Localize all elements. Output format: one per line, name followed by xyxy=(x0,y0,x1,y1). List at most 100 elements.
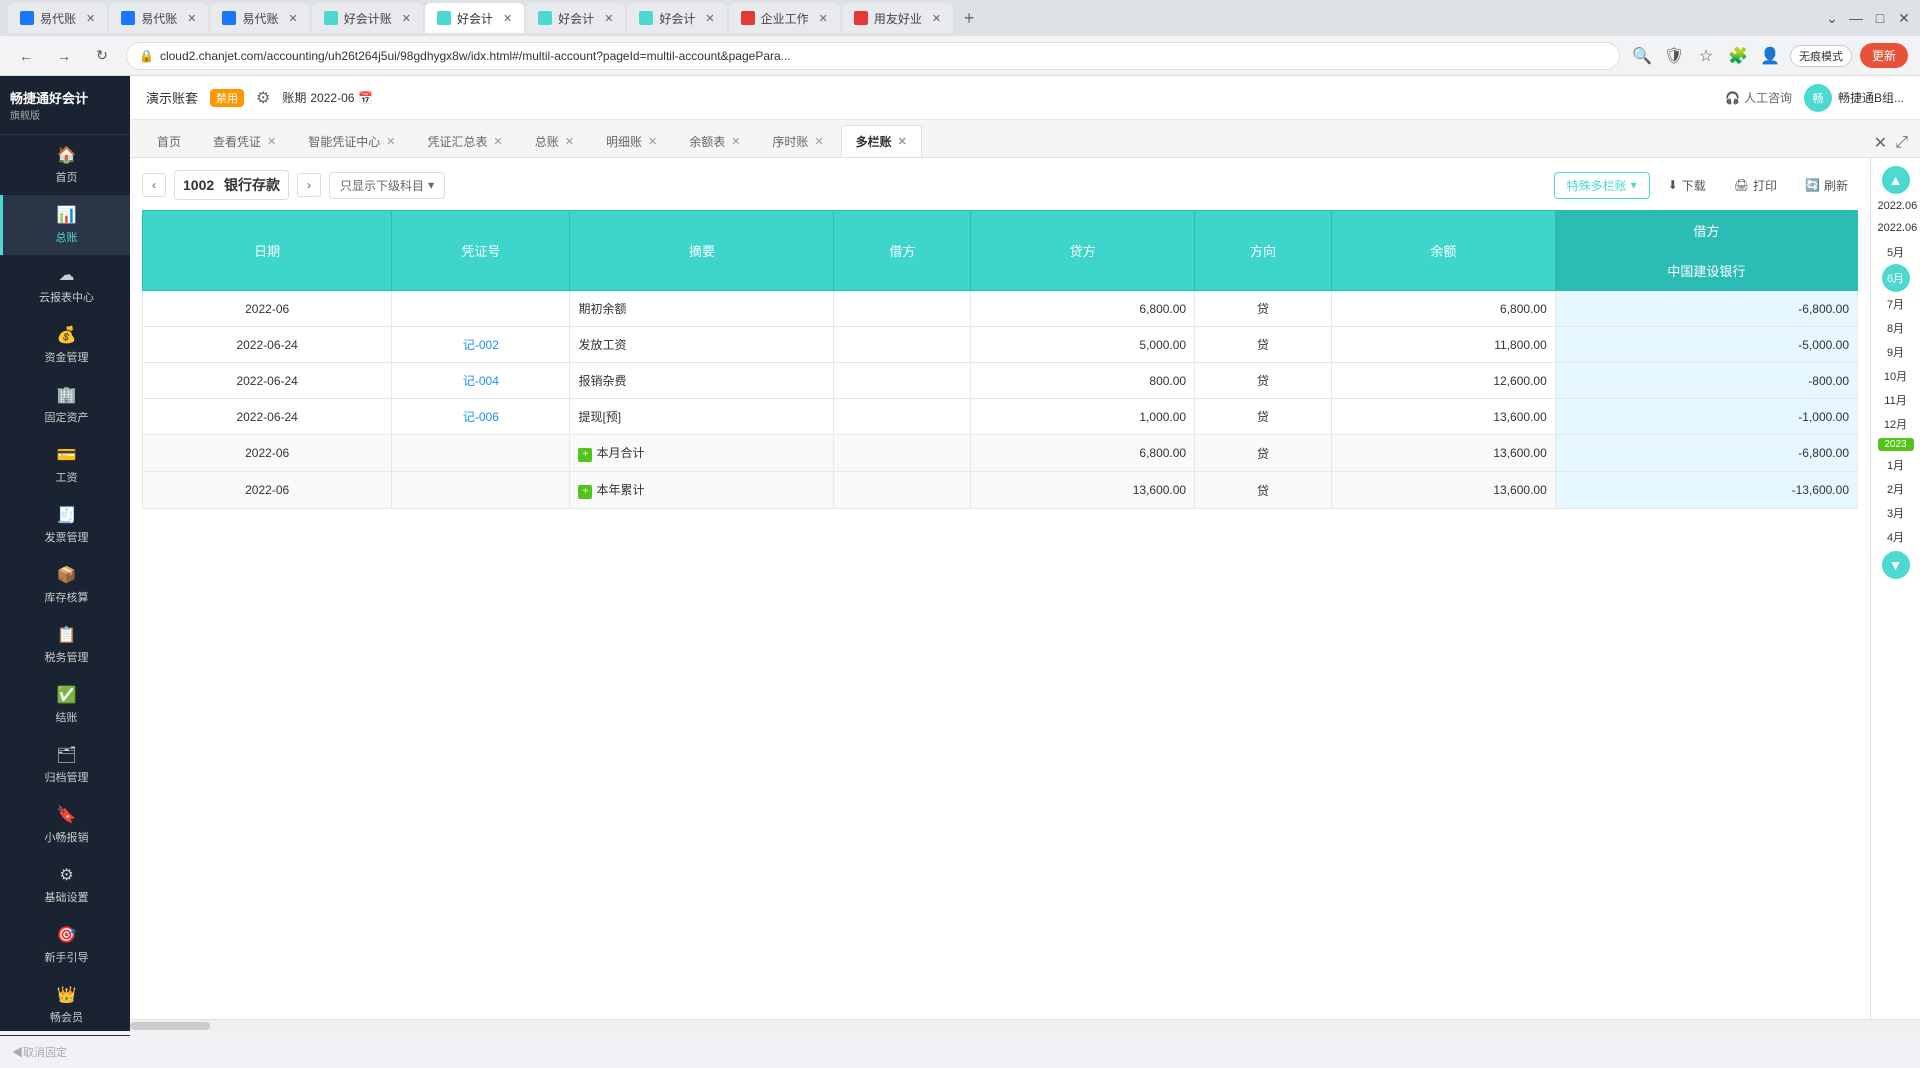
tab-balance-sheet[interactable]: 余额表 ✕ xyxy=(674,125,755,157)
consult-button[interactable]: 🎧 人工咨询 xyxy=(1725,89,1792,106)
forward-button[interactable]: → xyxy=(50,42,78,70)
tab-close-2[interactable]: ✕ xyxy=(187,12,196,25)
month-item-2023-1月[interactable]: 1月 xyxy=(1876,453,1916,477)
sidebar-item-fund[interactable]: 💰 资金管理 xyxy=(0,315,130,375)
close-window-button[interactable]: ✕ xyxy=(1896,10,1912,26)
shield-icon[interactable]: 🛡 xyxy=(1662,44,1686,68)
tab-sequence[interactable]: 序时账 ✕ xyxy=(757,125,838,157)
sidebar-item-expense[interactable]: 🔖 小畅报销 xyxy=(0,795,130,855)
month-item-8月[interactable]: 8月 xyxy=(1876,316,1916,340)
browser-tab-7[interactable]: 好会计 ✕ xyxy=(627,3,726,33)
tab-multi-column[interactable]: 多栏账 ✕ xyxy=(841,125,922,157)
expand-panel-button[interactable]: ⤢ xyxy=(1895,134,1908,152)
special-multi-column-button[interactable]: 特殊多栏账 ▾ xyxy=(1554,172,1650,199)
month-item-7月[interactable]: 7月 xyxy=(1876,292,1916,316)
month-item-2023-4月[interactable]: 4月 xyxy=(1876,525,1916,549)
sidebar-item-guide[interactable]: 🎯 新手引导 xyxy=(0,915,130,975)
tab-list-button[interactable]: ⌄ xyxy=(1824,10,1840,26)
browser-tab-9[interactable]: 用友好业 ✕ xyxy=(842,3,953,33)
user-profile-icon[interactable]: 👤 xyxy=(1758,44,1782,68)
sidebar-item-salary[interactable]: 💳 工资 xyxy=(0,435,130,495)
scroll-thumb[interactable] xyxy=(130,1022,210,1030)
month-item-11月[interactable]: 11月 xyxy=(1876,388,1916,412)
settings-icon[interactable]: ⚙ xyxy=(256,88,270,108)
extension-icon[interactable]: 🧩 xyxy=(1726,44,1750,68)
prev-account-button[interactable]: ‹ xyxy=(142,173,166,197)
tab-close-5[interactable]: ✕ xyxy=(503,12,512,25)
month-item-2023-3月[interactable]: 3月 xyxy=(1876,501,1916,525)
cell-voucher[interactable]: 记-004 xyxy=(392,363,570,399)
browser-tab-4[interactable]: 好会计账 ✕ xyxy=(312,3,423,33)
tab-general-ledger[interactable]: 总账 ✕ xyxy=(520,125,589,157)
tab-close-general[interactable]: ✕ xyxy=(565,135,574,148)
tab-close-sequence[interactable]: ✕ xyxy=(814,135,823,148)
search-icon[interactable]: 🔍 xyxy=(1630,44,1654,68)
tab-close-4[interactable]: ✕ xyxy=(402,12,411,25)
month-item-2022-06-first[interactable]: 2022.06 xyxy=(1876,196,1916,216)
tab-close-6[interactable]: ✕ xyxy=(604,12,613,25)
print-button[interactable]: 🖨 打印 xyxy=(1724,173,1787,198)
filter-subcategory-button[interactable]: 只显示下级科目 ▾ xyxy=(329,172,445,199)
sidebar-item-cloud-report[interactable]: ☁ 云报表中心 xyxy=(0,255,130,315)
sidebar-item-basic-settings[interactable]: ⚙ 基础设置 xyxy=(0,855,130,915)
sidebar-item-tax[interactable]: 📋 税务管理 xyxy=(0,615,130,675)
month-item-2022-06-second[interactable]: 2022.06 xyxy=(1876,218,1916,238)
month-item-10月[interactable]: 10月 xyxy=(1876,364,1916,388)
new-tab-button[interactable]: + xyxy=(955,4,983,32)
tab-close-detail[interactable]: ✕ xyxy=(648,135,657,148)
tab-close-view-voucher[interactable]: ✕ xyxy=(267,135,276,148)
wumo-mode-button[interactable]: 无痕模式 xyxy=(1790,45,1852,67)
maximize-button[interactable]: □ xyxy=(1872,10,1888,26)
user-menu[interactable]: 畅 畅捷通B组... xyxy=(1804,84,1904,112)
next-account-button[interactable]: › xyxy=(297,173,321,197)
scroll-up-button[interactable]: ▲ xyxy=(1882,166,1910,194)
tab-close-summary[interactable]: ✕ xyxy=(494,135,503,148)
scroll-down-button[interactable]: ▼ xyxy=(1882,551,1910,579)
url-input[interactable]: 🔒 cloud2.chanjet.com/accounting/uh26t264… xyxy=(126,42,1620,70)
tab-close-multi[interactable]: ✕ xyxy=(898,135,907,148)
browser-tab-3[interactable]: 易代账 ✕ xyxy=(210,3,309,33)
reload-button[interactable]: ↻ xyxy=(88,42,116,70)
browser-tab-8[interactable]: 企业工作 ✕ xyxy=(729,3,840,33)
tab-close-smart[interactable]: ✕ xyxy=(386,135,395,148)
download-button[interactable]: ⬇ 下载 xyxy=(1658,173,1716,198)
tab-close-3[interactable]: ✕ xyxy=(288,12,297,25)
sidebar-item-member[interactable]: 👑 畅会员 xyxy=(0,975,130,1035)
tab-close-balance[interactable]: ✕ xyxy=(731,135,740,148)
tab-close-7[interactable]: ✕ xyxy=(705,12,714,25)
refresh-button[interactable]: 🔄 刷新 xyxy=(1795,173,1858,198)
collapse-panel-button[interactable]: ✕ xyxy=(1874,133,1887,153)
month-item-12月[interactable]: 12月 xyxy=(1876,412,1916,436)
update-button[interactable]: 更新 xyxy=(1860,43,1908,68)
browser-tab-2[interactable]: 易代账 ✕ xyxy=(109,3,208,33)
sidebar-item-assets[interactable]: 🏢 固定资产 xyxy=(0,375,130,435)
tab-smart-voucher[interactable]: 智能凭证中心 ✕ xyxy=(293,125,410,157)
tab-home[interactable]: 首页 xyxy=(142,125,196,157)
cancel-fixed-button[interactable]: ◀取消固定 xyxy=(0,1036,130,1068)
sidebar-item-close-account[interactable]: ✅ 结账 xyxy=(0,675,130,735)
tab-close-8[interactable]: ✕ xyxy=(819,12,828,25)
browser-tab-1[interactable]: 易代账 ✕ xyxy=(8,3,107,33)
month-item-5月[interactable]: 5月 xyxy=(1876,240,1916,264)
month-item-9月[interactable]: 9月 xyxy=(1876,340,1916,364)
sidebar-item-archive[interactable]: 🗂 归档管理 xyxy=(0,735,130,795)
cell-voucher[interactable]: 记-006 xyxy=(392,399,570,435)
star-icon[interactable]: ☆ xyxy=(1694,44,1718,68)
back-button[interactable]: ← xyxy=(12,42,40,70)
sidebar-item-home[interactable]: 🏠 首页 xyxy=(0,135,130,195)
tab-close-1[interactable]: ✕ xyxy=(86,12,95,25)
calendar-icon[interactable]: 📅 xyxy=(358,91,373,105)
sidebar-item-ledger[interactable]: 📊 总账 xyxy=(0,195,130,255)
month-item-2023-2月[interactable]: 2月 xyxy=(1876,477,1916,501)
tab-close-9[interactable]: ✕ xyxy=(932,12,941,25)
browser-tab-5[interactable]: 好会计 ✕ xyxy=(425,3,524,33)
tab-detail-ledger[interactable]: 明细账 ✕ xyxy=(591,125,672,157)
tab-voucher-summary[interactable]: 凭证汇总表 ✕ xyxy=(412,125,517,157)
sidebar-item-invoice[interactable]: 🧾 发票管理 xyxy=(0,495,130,555)
browser-tab-6[interactable]: 好会计 ✕ xyxy=(526,3,625,33)
minimize-button[interactable]: — xyxy=(1848,10,1864,26)
horizontal-scrollbar[interactable] xyxy=(130,1019,1920,1031)
tab-view-voucher[interactable]: 查看凭证 ✕ xyxy=(198,125,291,157)
sidebar-item-inventory[interactable]: 📦 库存核算 xyxy=(0,555,130,615)
month-item-6月[interactable]: 6月 xyxy=(1882,264,1910,292)
